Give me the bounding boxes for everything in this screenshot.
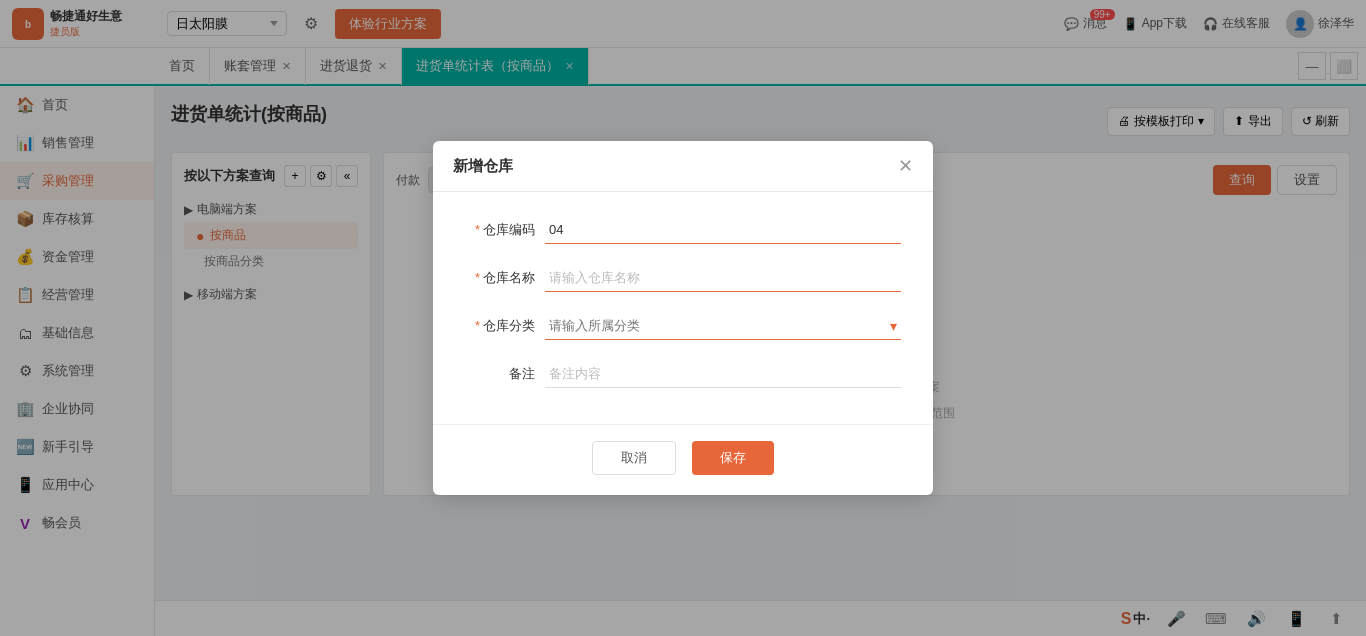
modal-overlay[interactable]: 新增仓库 ✕ 仓库编码 仓库名称 仓库分类 ▾ 备注 xyxy=(0,0,1366,636)
category-label: 仓库分类 xyxy=(465,317,545,335)
category-select-wrap: ▾ xyxy=(545,312,901,340)
modal-title: 新增仓库 xyxy=(453,157,513,176)
save-button[interactable]: 保存 xyxy=(692,441,774,475)
form-row-note: 备注 xyxy=(465,360,901,388)
form-row-category: 仓库分类 ▾ xyxy=(465,312,901,340)
warehouse-modal: 新增仓库 ✕ 仓库编码 仓库名称 仓库分类 ▾ 备注 xyxy=(433,141,933,495)
modal-body: 仓库编码 仓库名称 仓库分类 ▾ 备注 xyxy=(433,192,933,424)
category-input[interactable] xyxy=(545,312,901,340)
note-label: 备注 xyxy=(465,365,545,383)
note-input[interactable] xyxy=(545,360,901,388)
cancel-button[interactable]: 取消 xyxy=(592,441,676,475)
form-row-name: 仓库名称 xyxy=(465,264,901,292)
code-label: 仓库编码 xyxy=(465,221,545,239)
code-input[interactable] xyxy=(545,216,901,244)
name-label: 仓库名称 xyxy=(465,269,545,287)
name-input[interactable] xyxy=(545,264,901,292)
modal-close-button[interactable]: ✕ xyxy=(898,155,913,177)
form-row-code: 仓库编码 xyxy=(465,216,901,244)
modal-header: 新增仓库 ✕ xyxy=(433,141,933,192)
modal-footer: 取消 保存 xyxy=(433,424,933,495)
